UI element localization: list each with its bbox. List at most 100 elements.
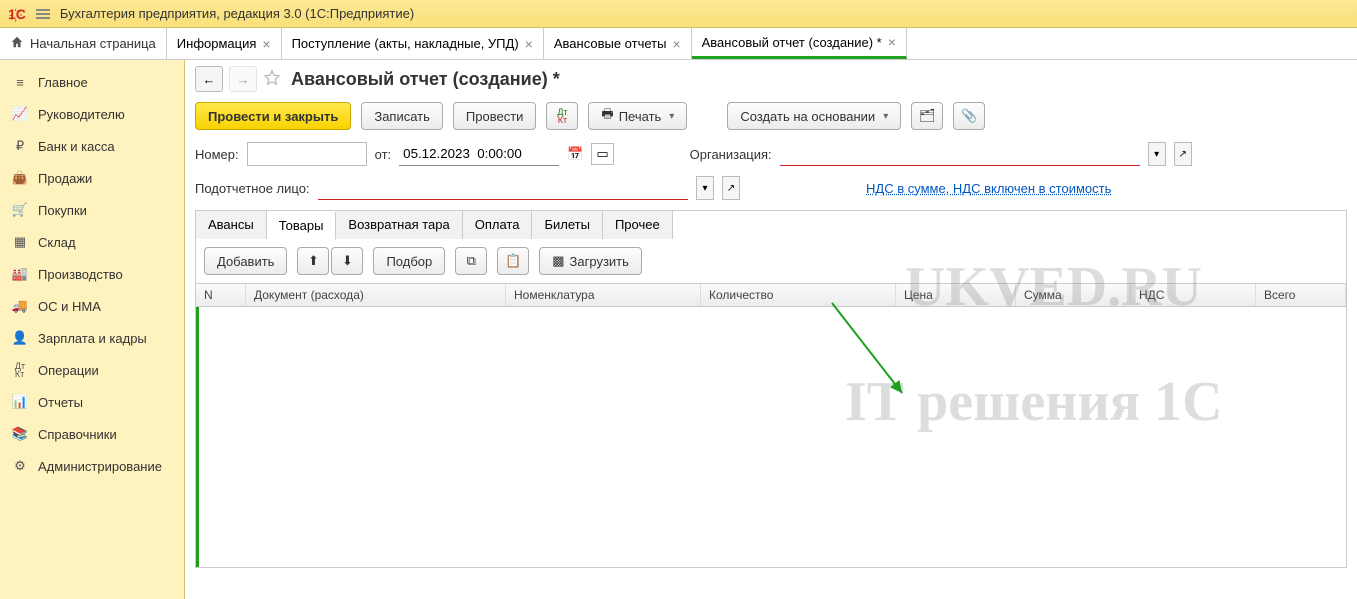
sidebar-item-main[interactable]: ≡Главное	[0, 66, 184, 98]
date-input[interactable]	[399, 142, 559, 166]
sidebar-item-label: ОС и НМА	[38, 299, 101, 314]
tab-info[interactable]: Информация ×	[167, 28, 282, 59]
tab-label: Информация	[177, 36, 257, 51]
close-icon[interactable]: ×	[262, 36, 270, 52]
goods-table: N Документ (расхода) Номенклатура Количе…	[195, 284, 1347, 568]
org-input[interactable]	[780, 142, 1140, 166]
sidebar-item-reports[interactable]: 📊 Отчеты	[0, 386, 184, 418]
subtab-return[interactable]: Возвратная тара	[336, 211, 462, 239]
from-label: от:	[375, 147, 392, 162]
row-person-nds: Подотчетное лицо: ▾ ↗ НДС в сумме, НДС в…	[195, 176, 1347, 200]
col-nds[interactable]: НДС	[1131, 284, 1256, 306]
create-based-button[interactable]: Создать на основании	[727, 102, 901, 130]
sidebar-item-assets[interactable]: 🚚 ОС и НМА	[0, 290, 184, 322]
col-nomenclature[interactable]: Номенклатура	[506, 284, 701, 306]
col-doc[interactable]: Документ (расхода)	[246, 284, 506, 306]
sidebar-item-production[interactable]: 🏭Производство	[0, 258, 184, 290]
print-icon: 🖶	[601, 105, 613, 127]
logo-1c: 1҉C	[8, 6, 26, 22]
ruble-icon: ₽	[12, 138, 28, 154]
sidebar-item-label: Операции	[38, 363, 99, 378]
tab-advance-report-create[interactable]: Авансовый отчет (создание) * ×	[692, 28, 907, 59]
person-label: Подотчетное лицо:	[195, 181, 310, 196]
sidebar: ≡Главное 📈Руководителю ₽Банк и касса 👜Пр…	[0, 60, 185, 599]
home-icon	[10, 35, 24, 52]
person-dropdown-icon[interactable]: ▾	[696, 176, 714, 200]
print-button[interactable]: 🖶Печать	[588, 102, 687, 130]
person-open-icon[interactable]: ↗	[722, 176, 740, 200]
doc-title: Авансовый отчет (создание) *	[291, 69, 560, 90]
attach-button[interactable]: 📎	[953, 102, 985, 130]
col-qty[interactable]: Количество	[701, 284, 896, 306]
subtab-other[interactable]: Прочее	[603, 211, 673, 239]
move-up-button[interactable]: ⬆	[297, 247, 329, 275]
sidebar-item-label: Склад	[38, 235, 76, 250]
truck-icon: 🚚	[12, 298, 28, 314]
post-and-close-button[interactable]: Провести и закрыть	[195, 102, 351, 130]
forward-button[interactable]: →	[229, 66, 257, 92]
title-bar: 1҉C Бухгалтерия предприятия, редакция 3.…	[0, 0, 1357, 28]
sidebar-item-bank[interactable]: ₽Банк и касса	[0, 130, 184, 162]
org-open-icon[interactable]: ↗	[1174, 142, 1192, 166]
clip-icon: 📎	[961, 108, 977, 124]
col-total[interactable]: Всего	[1256, 284, 1346, 306]
tab-label: Поступление (акты, накладные, УПД)	[292, 36, 519, 51]
sidebar-item-sales[interactable]: 👜Продажи	[0, 162, 184, 194]
bars-icon: 📊	[12, 394, 28, 410]
subtab-goods[interactable]: Товары	[267, 212, 337, 240]
add-button[interactable]: Добавить	[204, 247, 287, 275]
copy-icon: ⧉	[467, 253, 476, 269]
sidebar-item-warehouse[interactable]: ▦Склад	[0, 226, 184, 258]
load-button[interactable]: ▩Загрузить	[539, 247, 642, 275]
tab-receipt[interactable]: Поступление (акты, накладные, УПД) ×	[282, 28, 544, 59]
number-label: Номер:	[195, 147, 239, 162]
save-button[interactable]: Записать	[361, 102, 443, 130]
sidebar-item-purchases[interactable]: 🛒Покупки	[0, 194, 184, 226]
structure-button[interactable]: 🗂	[911, 102, 943, 130]
sidebar-item-operations[interactable]: ДтКтОперации	[0, 354, 184, 386]
bag-icon: 👜	[12, 170, 28, 186]
books-icon: 📚	[12, 426, 28, 442]
sidebar-item-label: Зарплата и кадры	[38, 331, 147, 346]
tab-advance-reports[interactable]: Авансовые отчеты ×	[544, 28, 692, 59]
sidebar-item-catalogs[interactable]: 📚Справочники	[0, 418, 184, 450]
sidebar-item-label: Главное	[38, 75, 88, 90]
number-input[interactable]	[247, 142, 367, 166]
burger-icon[interactable]	[36, 9, 50, 19]
close-icon[interactable]: ×	[672, 36, 680, 52]
select-button[interactable]: Подбор	[373, 247, 445, 275]
nds-link[interactable]: НДС в сумме, НДС включен в стоимость	[866, 181, 1111, 196]
sidebar-item-label: Отчеты	[38, 395, 83, 410]
col-price[interactable]: Цена	[896, 284, 1016, 306]
calendar-icon[interactable]: 📅	[567, 146, 583, 162]
table-body[interactable]	[196, 307, 1346, 567]
post-button[interactable]: Провести	[453, 102, 537, 130]
paste-icon: 📋	[505, 253, 521, 269]
close-icon[interactable]: ×	[888, 34, 896, 50]
open-doc-icon[interactable]: ▭	[591, 143, 613, 165]
back-button[interactable]: ←	[195, 66, 223, 92]
star-icon[interactable]	[263, 69, 281, 90]
person-input[interactable]	[318, 176, 688, 200]
subtab-tickets[interactable]: Билеты	[532, 211, 602, 239]
tab-home[interactable]: Начальная страница	[0, 28, 167, 59]
org-dropdown-icon[interactable]: ▾	[1148, 142, 1166, 166]
doc-header: ← → Авансовый отчет (создание) *	[195, 66, 1347, 92]
arrow-down-icon: ⬇	[342, 253, 353, 269]
subtab-payment[interactable]: Оплата	[463, 211, 533, 239]
paste-button[interactable]: 📋	[497, 247, 529, 275]
qr-icon: ▩	[552, 253, 564, 269]
dtkt-icon: ДтКт	[557, 108, 567, 124]
gear-icon: ⚙	[12, 458, 28, 474]
subtab-toolbar: Добавить ⬆ ⬇ Подбор ⧉ 📋 ▩Загрузить	[195, 239, 1347, 284]
move-down-button[interactable]: ⬇	[331, 247, 363, 275]
col-sum[interactable]: Сумма	[1016, 284, 1131, 306]
close-icon[interactable]: ×	[525, 36, 533, 52]
sidebar-item-admin[interactable]: ⚙Администрирование	[0, 450, 184, 482]
copy-button[interactable]: ⧉	[455, 247, 487, 275]
sidebar-item-salary[interactable]: 👤Зарплата и кадры	[0, 322, 184, 354]
dtkt-button[interactable]: ДтКт	[546, 102, 578, 130]
sidebar-item-manager[interactable]: 📈Руководителю	[0, 98, 184, 130]
subtab-advances[interactable]: Авансы	[196, 211, 267, 239]
col-n[interactable]: N	[196, 284, 246, 306]
